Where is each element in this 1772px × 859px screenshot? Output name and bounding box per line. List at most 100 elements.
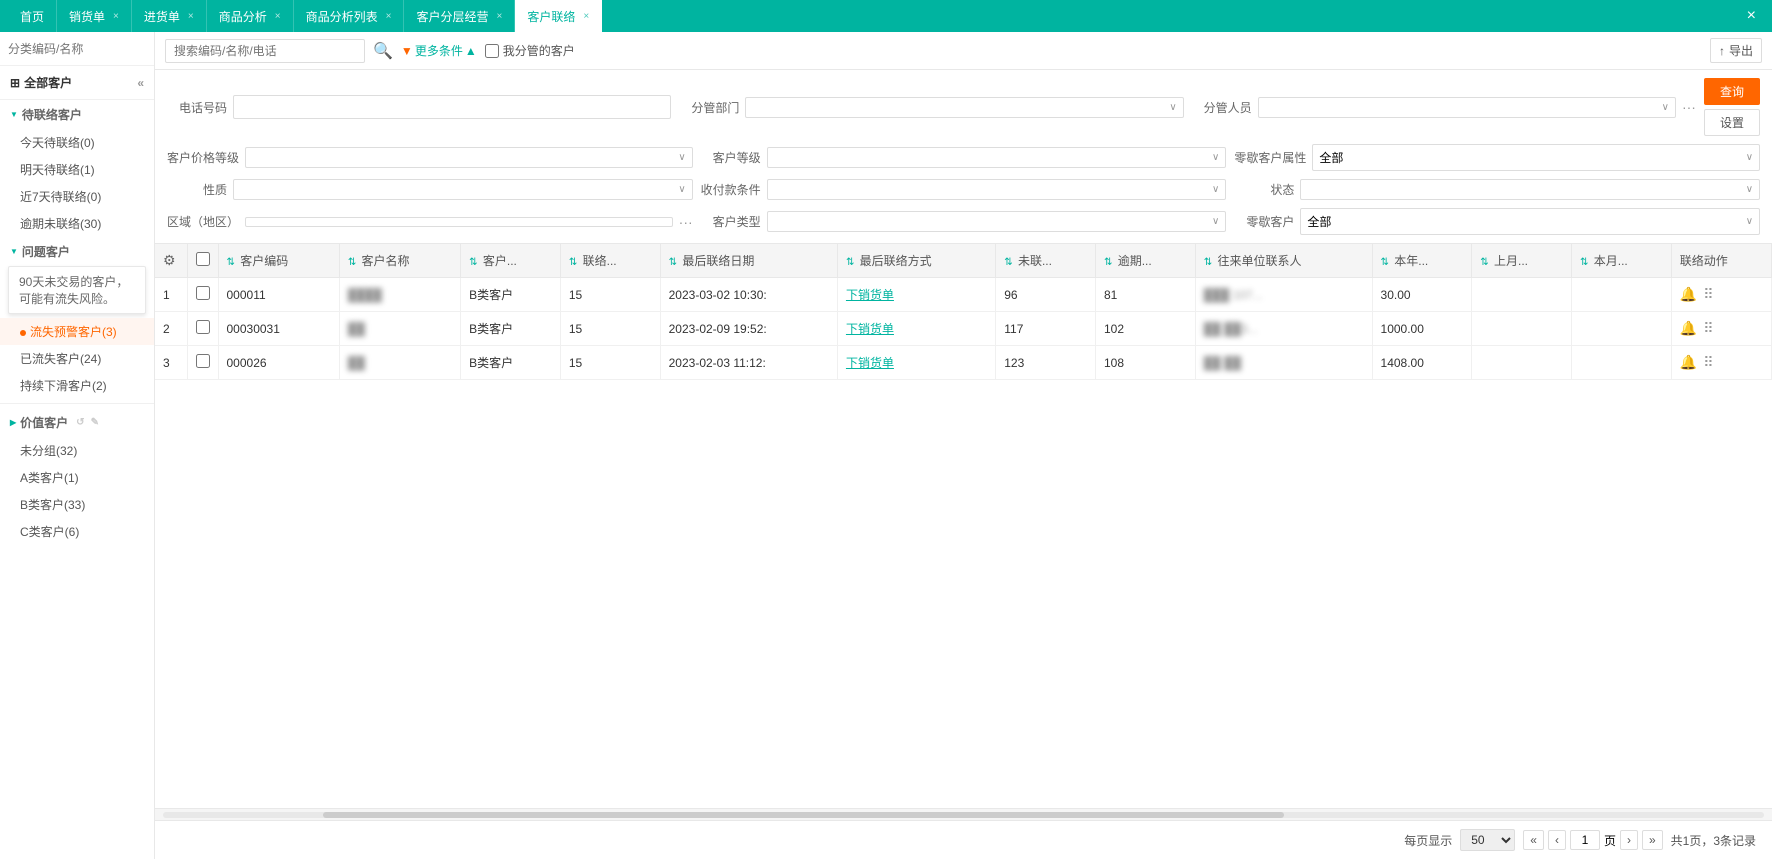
- tab-customer-contact[interactable]: 客户联络 ×: [515, 0, 602, 32]
- close-analysis-list-tab[interactable]: ×: [386, 11, 392, 22]
- sidebar-item-ungrouped[interactable]: 未分组(32): [0, 437, 154, 464]
- zero-order-select[interactable]: 全部 ∨: [1300, 208, 1760, 235]
- sidebar-item-overdue[interactable]: 逾期未联络(30): [0, 210, 154, 237]
- nature-select[interactable]: ∨: [233, 179, 693, 200]
- col-last-contact-method[interactable]: ⇅ 最后联络方式: [837, 244, 995, 278]
- sidebar-search-input[interactable]: [8, 42, 155, 56]
- refresh-icon[interactable]: ↺: [76, 417, 84, 428]
- prev-page-button[interactable]: ‹: [1548, 830, 1566, 850]
- collapse-sidebar-button[interactable]: «: [137, 76, 144, 90]
- sidebar-all-customers[interactable]: ⊞ 全部客户 «: [0, 66, 154, 100]
- price-level-select[interactable]: ∨: [245, 147, 693, 168]
- region-more-button[interactable]: ···: [679, 214, 693, 230]
- tab-home[interactable]: 首页: [8, 0, 57, 32]
- edit-icon[interactable]: ✎: [91, 417, 99, 428]
- my-customers-check[interactable]: [485, 44, 499, 58]
- tab-analysis-list[interactable]: 商品分析列表 ×: [294, 0, 405, 32]
- col-name[interactable]: ⇅ 客户名称: [339, 244, 460, 278]
- cell-lastMonth: [1472, 312, 1572, 346]
- row-checkbox[interactable]: [196, 354, 210, 368]
- cell-notContact: 117: [996, 312, 1096, 346]
- sidebar-item-a-class[interactable]: A类客户(1): [0, 464, 154, 491]
- sidebar-search-bar: 🔍: [0, 32, 154, 66]
- sidebar-section-value[interactable]: ▶ 价值客户 ↺ ✎: [0, 408, 154, 437]
- global-close-button[interactable]: ×: [1739, 7, 1764, 25]
- query-button[interactable]: 查询: [1704, 78, 1760, 105]
- filter-customer-type: 客户类型 ∨: [701, 211, 1227, 232]
- tab-purchase[interactable]: 进货单 ×: [132, 0, 207, 32]
- chevron-down-icon-9: ∨: [1212, 216, 1219, 227]
- more-conditions-button[interactable]: ▼ 更多条件 ▲: [401, 42, 477, 59]
- col-level[interactable]: ⇅ 客户...: [461, 244, 561, 278]
- close-purchase-tab[interactable]: ×: [188, 11, 194, 22]
- scrollbar-track: [163, 812, 1764, 818]
- settings-button[interactable]: 设置: [1704, 109, 1760, 136]
- search-button[interactable]: 🔍: [373, 41, 393, 61]
- sidebar-item-today[interactable]: 今天待联络(0): [0, 129, 154, 156]
- blurred-text: ██: [348, 356, 365, 370]
- page-size-select[interactable]: 50 20 100: [1460, 829, 1515, 851]
- more-actions-icon[interactable]: ⠿: [1703, 286, 1713, 303]
- row-checkbox[interactable]: [196, 286, 210, 300]
- sidebar-item-declining[interactable]: 持续下滑客户(2): [0, 372, 154, 399]
- last-page-button[interactable]: »: [1642, 830, 1663, 850]
- col-this-year[interactable]: ⇅ 本年...: [1372, 244, 1472, 278]
- customer-level-select[interactable]: ∨: [767, 147, 1227, 168]
- zero-order-attr-select[interactable]: 全部 ∨: [1312, 144, 1760, 171]
- tab-customer-segment[interactable]: 客户分层经营 ×: [404, 0, 515, 32]
- payment-terms-select[interactable]: ∨: [767, 179, 1227, 200]
- export-button[interactable]: ↑ 导出: [1710, 38, 1762, 63]
- col-code[interactable]: ⇅ 客户编码: [218, 244, 339, 278]
- col-last-month[interactable]: ⇅ 上月...: [1472, 244, 1572, 278]
- my-customers-checkbox[interactable]: 我分管的客户: [485, 42, 575, 59]
- sidebar-item-churn-warning[interactable]: 流失预警客户(3): [0, 318, 154, 345]
- sidebar-item-tomorrow[interactable]: 明天待联络(1): [0, 156, 154, 183]
- close-customer-contact-tab[interactable]: ×: [583, 11, 589, 22]
- contact-method-link[interactable]: 下销货单: [846, 322, 894, 336]
- contact-method-link[interactable]: 下销货单: [846, 288, 894, 302]
- col-contact-person[interactable]: ⇅ 往来单位联系人: [1195, 244, 1372, 278]
- col-overdue[interactable]: ⇅ 逾期...: [1095, 244, 1195, 278]
- sidebar-item-b-class[interactable]: B类客户(33): [0, 491, 154, 518]
- contact-icon[interactable]: 🔔: [1680, 320, 1697, 337]
- manager-select[interactable]: ∨: [1258, 97, 1676, 118]
- filter-row-2: 客户价格等级 ∨ 客户等级 ∨ 零歇客户属性 全部: [167, 144, 1760, 171]
- row-checkbox[interactable]: [196, 320, 210, 334]
- tab-sales[interactable]: 销货单 ×: [57, 0, 132, 32]
- close-sales-tab[interactable]: ×: [113, 11, 119, 22]
- cell-lastMonth: [1472, 346, 1572, 380]
- sidebar-section-problem[interactable]: ▼ 问题客户: [0, 237, 154, 266]
- close-analysis-tab[interactable]: ×: [275, 11, 281, 22]
- search-input[interactable]: [165, 39, 365, 63]
- more-actions-icon[interactable]: ⠿: [1703, 320, 1713, 337]
- region-select[interactable]: [245, 217, 673, 227]
- tab-analysis[interactable]: 商品分析 ×: [207, 0, 294, 32]
- col-last-contact-date[interactable]: ⇅ 最后联络日期: [660, 244, 837, 278]
- select-all-checkbox[interactable]: [196, 252, 210, 266]
- col-not-contact[interactable]: ⇅ 未联...: [996, 244, 1096, 278]
- column-settings-icon[interactable]: ⚙: [163, 252, 176, 268]
- scrollbar-thumb[interactable]: [323, 812, 1284, 818]
- sidebar-item-c-class[interactable]: C类客户(6): [0, 518, 154, 545]
- col-this-month[interactable]: ⇅ 本月...: [1572, 244, 1672, 278]
- page-number-input[interactable]: [1570, 830, 1600, 850]
- sidebar-item-churned[interactable]: 已流失客户(24): [0, 345, 154, 372]
- col-contact[interactable]: ⇅ 联络...: [560, 244, 660, 278]
- sidebar-item-7days[interactable]: 近7天待联络(0): [0, 183, 154, 210]
- manager-more-button[interactable]: ···: [1682, 99, 1696, 115]
- first-page-button[interactable]: «: [1523, 830, 1544, 850]
- cell-contactPerson: ██ ██: [1195, 346, 1372, 380]
- contact-icon[interactable]: 🔔: [1680, 286, 1697, 303]
- chevron-down-icon-5: ∨: [1746, 152, 1753, 163]
- more-actions-icon[interactable]: ⠿: [1703, 354, 1713, 371]
- phone-input[interactable]: [233, 95, 671, 119]
- department-select[interactable]: ∨: [745, 97, 1183, 118]
- sidebar-section-pending[interactable]: ▼ 待联络客户: [0, 100, 154, 129]
- horizontal-scrollbar[interactable]: [155, 808, 1772, 820]
- next-page-button[interactable]: ›: [1620, 830, 1638, 850]
- status-select[interactable]: ∨: [1300, 179, 1760, 200]
- close-customer-segment-tab[interactable]: ×: [496, 11, 502, 22]
- contact-method-link[interactable]: 下销货单: [846, 356, 894, 370]
- customer-type-select[interactable]: ∨: [767, 211, 1227, 232]
- contact-icon[interactable]: 🔔: [1680, 354, 1697, 371]
